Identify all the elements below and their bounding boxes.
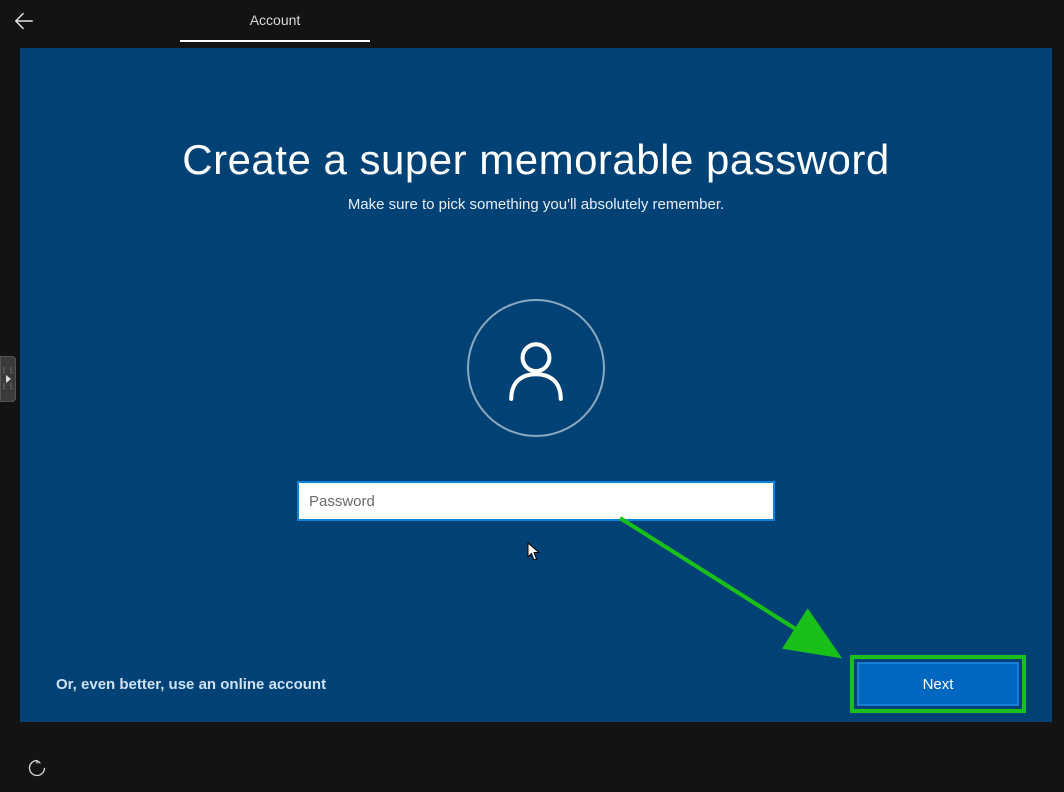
- page-subtitle: Make sure to pick something you'll absol…: [20, 196, 1052, 213]
- vm-sidebar-handle[interactable]: ⋮⋮ ⋮⋮: [0, 356, 16, 402]
- drag-dots-icon: ⋮⋮: [1, 369, 15, 373]
- next-button[interactable]: Next: [857, 662, 1019, 706]
- accessibility-icon: [27, 758, 47, 778]
- bottom-row: Or, even better, use an online account N…: [20, 656, 1052, 722]
- user-icon: [503, 335, 569, 401]
- use-online-account-link[interactable]: Or, even better, use an online account: [56, 676, 326, 693]
- footer-bar: [20, 744, 54, 792]
- drag-dots-icon: ⋮⋮: [1, 385, 15, 389]
- chevron-right-icon: [6, 375, 11, 383]
- setup-panel: Create a super memorable password Make s…: [20, 48, 1052, 722]
- page-title: Create a super memorable password: [20, 136, 1052, 184]
- arrow-left-icon: [13, 10, 35, 32]
- password-input[interactable]: [297, 481, 775, 521]
- back-button[interactable]: [0, 0, 48, 42]
- setup-panel-inner: Create a super memorable password Make s…: [20, 48, 1052, 722]
- ease-of-access-button[interactable]: [20, 751, 54, 785]
- next-button-highlight: Next: [850, 655, 1026, 713]
- tab-label: Account: [250, 5, 301, 35]
- title-bar: Account: [0, 0, 1064, 42]
- tab-account[interactable]: Account: [180, 0, 370, 42]
- avatar: [467, 299, 605, 437]
